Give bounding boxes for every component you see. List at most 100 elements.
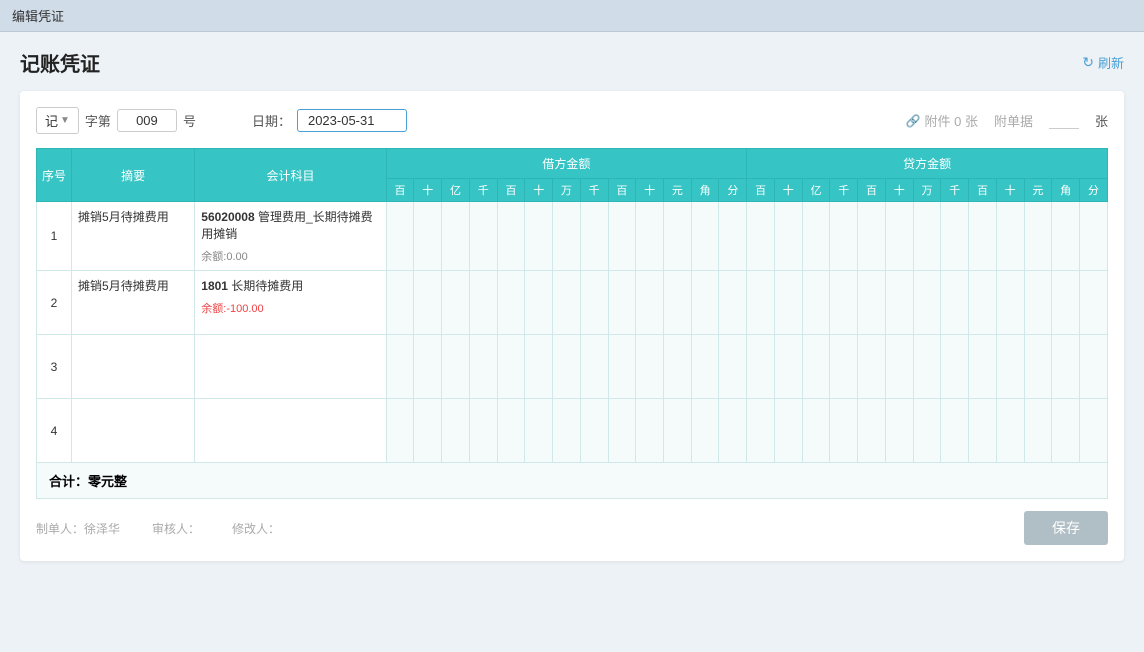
credit-digit-0-14[interactable]	[774, 202, 802, 271]
debit-digit-0-6[interactable]	[553, 202, 581, 271]
credit-digit-0-23[interactable]	[1024, 202, 1052, 271]
debit-digit-0-0[interactable]	[386, 202, 414, 271]
credit-digit-1-24[interactable]	[1052, 271, 1080, 335]
debit-digit-3-6[interactable]	[553, 399, 581, 463]
credit-digit-3-21[interactable]	[969, 399, 997, 463]
debit-digit-0-12[interactable]	[719, 202, 747, 271]
debit-digit-3-4[interactable]	[497, 399, 525, 463]
credit-digit-0-16[interactable]	[830, 202, 858, 271]
debit-digit-0-9[interactable]	[636, 202, 664, 271]
debit-digit-0-7[interactable]	[580, 202, 608, 271]
credit-digit-0-17[interactable]	[858, 202, 886, 271]
attachment-link[interactable]: 🔗 附件 0 张	[906, 111, 978, 130]
debit-digit-2-3[interactable]	[469, 335, 497, 399]
credit-digit-0-22[interactable]	[996, 202, 1024, 271]
save-button[interactable]: 保存	[1024, 511, 1108, 545]
debit-digit-2-10[interactable]	[664, 335, 692, 399]
debit-digit-1-8[interactable]	[608, 271, 636, 335]
credit-digit-0-21[interactable]	[969, 202, 997, 271]
credit-digit-0-19[interactable]	[913, 202, 941, 271]
credit-digit-0-25[interactable]	[1080, 202, 1108, 271]
credit-digit-1-20[interactable]	[941, 271, 969, 335]
credit-digit-2-25[interactable]	[1080, 335, 1108, 399]
debit-digit-2-2[interactable]	[442, 335, 470, 399]
debit-digit-2-0[interactable]	[386, 335, 414, 399]
credit-digit-3-20[interactable]	[941, 399, 969, 463]
credit-digit-1-14[interactable]	[774, 271, 802, 335]
debit-digit-1-9[interactable]	[636, 271, 664, 335]
credit-digit-2-20[interactable]	[941, 335, 969, 399]
debit-digit-1-11[interactable]	[691, 271, 719, 335]
debit-digit-1-5[interactable]	[525, 271, 553, 335]
debit-digit-1-4[interactable]	[497, 271, 525, 335]
credit-digit-1-19[interactable]	[913, 271, 941, 335]
credit-digit-2-14[interactable]	[774, 335, 802, 399]
credit-digit-0-15[interactable]	[802, 202, 830, 271]
summary-cell-3[interactable]	[72, 399, 195, 463]
debit-digit-3-8[interactable]	[608, 399, 636, 463]
debit-digit-2-11[interactable]	[691, 335, 719, 399]
debit-digit-1-1[interactable]	[414, 271, 442, 335]
credit-digit-2-16[interactable]	[830, 335, 858, 399]
credit-digit-3-18[interactable]	[885, 399, 913, 463]
credit-digit-2-15[interactable]	[802, 335, 830, 399]
debit-digit-2-4[interactable]	[497, 335, 525, 399]
debit-digit-3-10[interactable]	[664, 399, 692, 463]
credit-digit-2-17[interactable]	[858, 335, 886, 399]
debit-digit-2-5[interactable]	[525, 335, 553, 399]
debit-digit-3-9[interactable]	[636, 399, 664, 463]
debit-digit-0-1[interactable]	[414, 202, 442, 271]
debit-digit-3-7[interactable]	[580, 399, 608, 463]
debit-digit-2-1[interactable]	[414, 335, 442, 399]
debit-digit-0-2[interactable]	[442, 202, 470, 271]
credit-digit-3-16[interactable]	[830, 399, 858, 463]
credit-digit-0-13[interactable]	[747, 202, 775, 271]
credit-digit-2-19[interactable]	[913, 335, 941, 399]
account-cell-1[interactable]: 1801 长期待摊费用余额:-100.00	[195, 271, 386, 335]
credit-digit-1-25[interactable]	[1080, 271, 1108, 335]
debit-digit-3-2[interactable]	[442, 399, 470, 463]
credit-digit-0-18[interactable]	[885, 202, 913, 271]
credit-digit-3-19[interactable]	[913, 399, 941, 463]
credit-digit-3-24[interactable]	[1052, 399, 1080, 463]
credit-digit-1-23[interactable]	[1024, 271, 1052, 335]
debit-digit-0-5[interactable]	[525, 202, 553, 271]
debit-digit-1-6[interactable]	[553, 271, 581, 335]
credit-digit-1-22[interactable]	[996, 271, 1024, 335]
credit-digit-2-21[interactable]	[969, 335, 997, 399]
credit-digit-3-15[interactable]	[802, 399, 830, 463]
debit-digit-1-12[interactable]	[719, 271, 747, 335]
debit-digit-3-5[interactable]	[525, 399, 553, 463]
debit-digit-1-2[interactable]	[442, 271, 470, 335]
debit-digit-2-9[interactable]	[636, 335, 664, 399]
credit-digit-1-18[interactable]	[885, 271, 913, 335]
number-input[interactable]	[117, 109, 177, 132]
debit-digit-0-10[interactable]	[664, 202, 692, 271]
account-cell-2[interactable]	[195, 335, 386, 399]
summary-cell-2[interactable]	[72, 335, 195, 399]
debit-digit-0-3[interactable]	[469, 202, 497, 271]
account-cell-0[interactable]: 56020008 管理费用_长期待摊费用摊销余额:0.00	[195, 202, 386, 271]
debit-digit-0-8[interactable]	[608, 202, 636, 271]
refresh-button[interactable]: ↻ 刷新	[1082, 53, 1124, 72]
debit-digit-3-1[interactable]	[414, 399, 442, 463]
debit-digit-3-3[interactable]	[469, 399, 497, 463]
debit-digit-2-8[interactable]	[608, 335, 636, 399]
credit-digit-1-16[interactable]	[830, 271, 858, 335]
credit-digit-1-13[interactable]	[747, 271, 775, 335]
debit-digit-3-11[interactable]	[691, 399, 719, 463]
credit-digit-0-24[interactable]	[1052, 202, 1080, 271]
debit-digit-1-7[interactable]	[580, 271, 608, 335]
credit-digit-0-20[interactable]	[941, 202, 969, 271]
credit-digit-1-17[interactable]	[858, 271, 886, 335]
debit-digit-3-12[interactable]	[719, 399, 747, 463]
credit-digit-1-15[interactable]	[802, 271, 830, 335]
summary-cell-0[interactable]: 摊销5月待摊费用	[72, 202, 195, 271]
debit-digit-2-7[interactable]	[580, 335, 608, 399]
summary-cell-1[interactable]: 摊销5月待摊费用	[72, 271, 195, 335]
debit-digit-3-0[interactable]	[386, 399, 414, 463]
credit-digit-2-23[interactable]	[1024, 335, 1052, 399]
debit-digit-1-3[interactable]	[469, 271, 497, 335]
type-select[interactable]: 记 ▼	[36, 107, 79, 134]
debit-digit-0-4[interactable]	[497, 202, 525, 271]
